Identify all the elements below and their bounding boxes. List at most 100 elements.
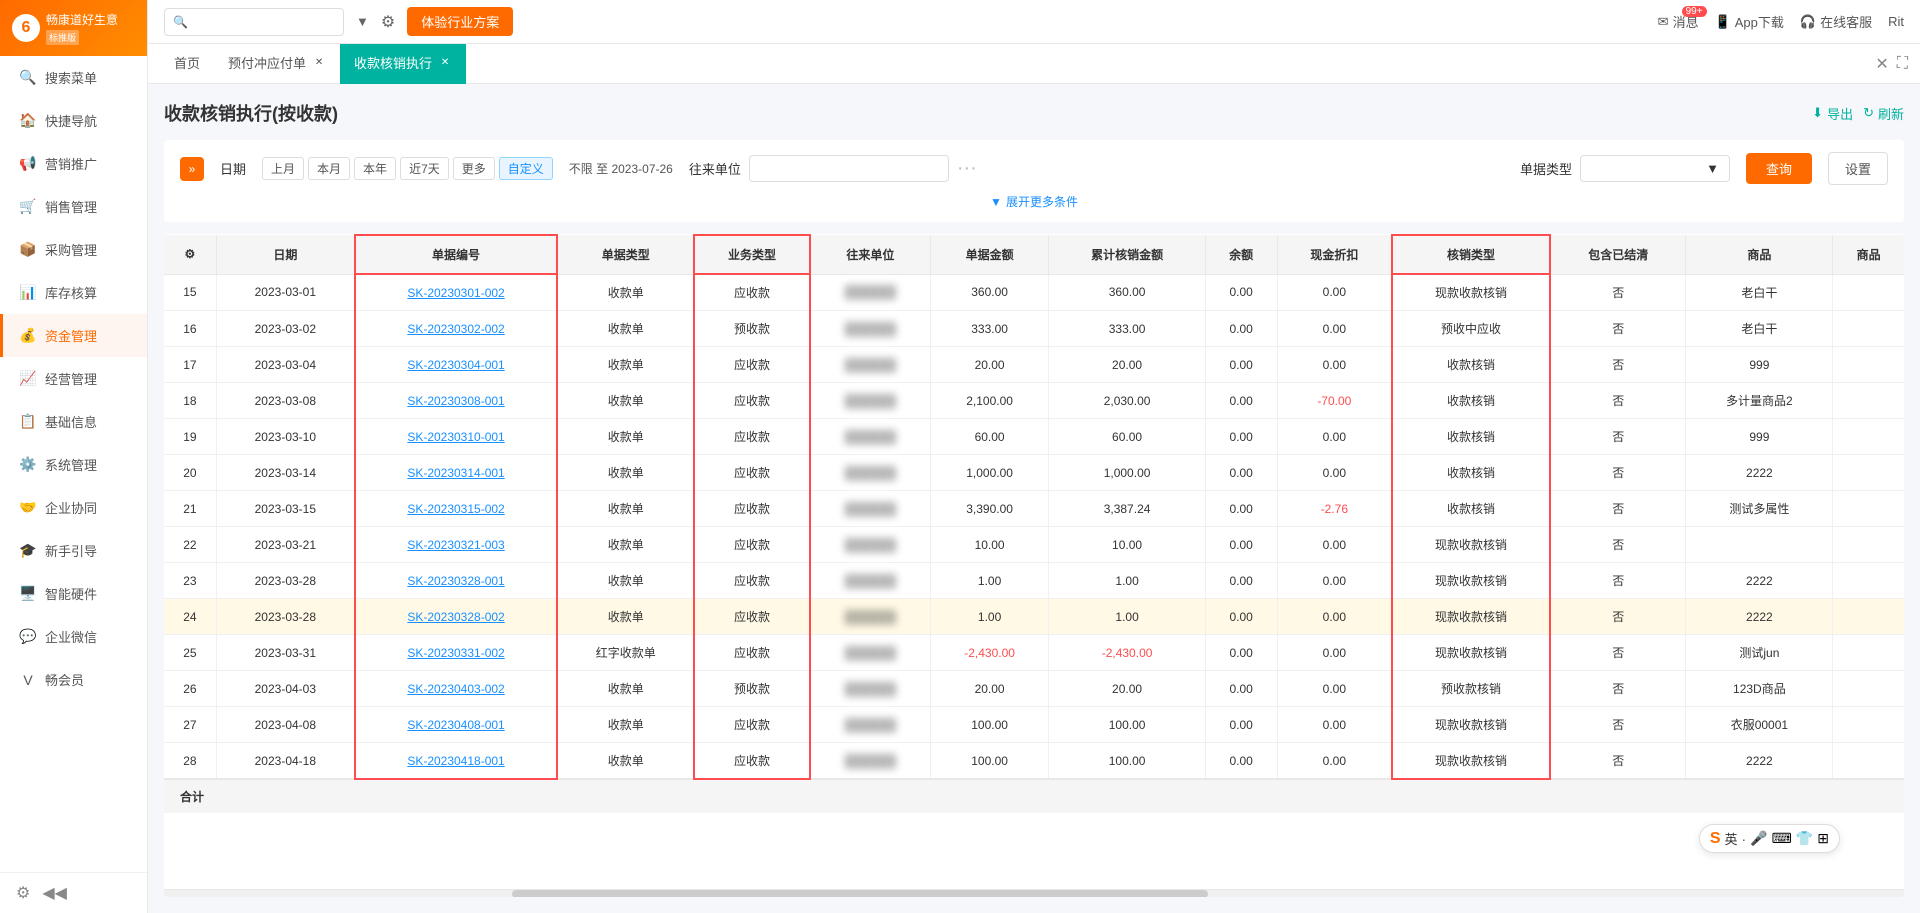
horizontal-scrollbar[interactable]	[164, 889, 1904, 897]
expand-tabs-icon[interactable]: ⛶	[1897, 55, 1908, 73]
th-gear[interactable]: ⚙	[164, 235, 216, 274]
td-doc-no[interactable]: SK-20230314-001	[355, 455, 558, 491]
sidebar-item-search[interactable]: 🔍搜索菜单	[0, 56, 147, 99]
sidebar-item-sales[interactable]: 🛒销售管理	[0, 185, 147, 228]
td-date: 2023-03-08	[216, 383, 354, 419]
td-balance: 0.00	[1205, 455, 1277, 491]
td-no: 26	[164, 671, 216, 707]
sidebar-item-marketing[interactable]: 📢营销推广	[0, 142, 147, 185]
topbar-gear-icon[interactable]: ⚙	[381, 12, 395, 32]
td-biz-type: 应收款	[694, 274, 810, 311]
app-download-button[interactable]: 📱 App下载	[1715, 12, 1784, 31]
filter-collapse-button[interactable]: »	[180, 157, 204, 181]
td-doc-no[interactable]: SK-20230328-002	[355, 599, 558, 635]
sidebar-item-quick[interactable]: 🏠快捷导航	[0, 99, 147, 142]
td-include-settled: 否	[1550, 419, 1686, 455]
tab-prepay-label: 预付冲应付单	[228, 53, 306, 72]
sidebar-item-system[interactable]: ⚙️系统管理	[0, 443, 147, 486]
online-service-button[interactable]: 🎧 在线客服	[1800, 12, 1872, 31]
user-button[interactable]: Rit	[1888, 14, 1904, 29]
expand-more-conditions-button[interactable]: ▼ 展开更多条件	[990, 193, 1078, 210]
clothes-icon[interactable]: 👕	[1796, 830, 1813, 847]
keyboard-icon[interactable]: ⌨	[1772, 830, 1792, 847]
filter-date-more[interactable]: 更多	[453, 157, 495, 180]
td-doc-no[interactable]: SK-20230315-002	[355, 491, 558, 527]
td-goods: 多计量商品2	[1686, 383, 1833, 419]
td-doc-no[interactable]: SK-20230302-002	[355, 311, 558, 347]
mic-icon[interactable]: 🎤	[1750, 830, 1767, 847]
setting-button[interactable]: 设置	[1828, 152, 1888, 185]
td-doc-no[interactable]: SK-20230308-001	[355, 383, 558, 419]
sidebar-item-inventory[interactable]: 📊库存核算	[0, 271, 147, 314]
message-button[interactable]: ✉ 消息 99+	[1658, 12, 1699, 31]
td-include-settled: 否	[1550, 274, 1686, 311]
sidebar-item-wechat[interactable]: 💬企业微信	[0, 615, 147, 658]
scrollbar-thumb[interactable]	[512, 890, 1208, 897]
td-doc-no[interactable]: SK-20230321-003	[355, 527, 558, 563]
finance-icon: 💰	[19, 327, 37, 344]
operation-icon: 📈	[19, 370, 37, 387]
td-doc-no[interactable]: SK-20230301-002	[355, 274, 558, 311]
topbar-dropdown[interactable]: ▼	[356, 14, 369, 29]
td-doc-no[interactable]: SK-20230403-002	[355, 671, 558, 707]
td-amount: -2,430.00	[930, 635, 1049, 671]
sidebar-item-guide[interactable]: 🎓新手引导	[0, 529, 147, 572]
sidebar-item-member[interactable]: V畅会员	[0, 658, 147, 701]
th-biz-type: 业务类型	[694, 235, 810, 274]
td-doc-no[interactable]: SK-20230328-001	[355, 563, 558, 599]
filter-dots[interactable]: ···	[957, 157, 977, 180]
td-doc-no[interactable]: SK-20230310-001	[355, 419, 558, 455]
td-doc-no[interactable]: SK-20230304-001	[355, 347, 558, 383]
td-doc-no[interactable]: SK-20230408-001	[355, 707, 558, 743]
filter-unit-input[interactable]	[749, 155, 949, 182]
filter-type-select[interactable]: ▼	[1580, 155, 1730, 182]
td-accum: 10.00	[1049, 527, 1205, 563]
td-cancel-type: 预收中应收	[1392, 311, 1550, 347]
sidebar-item-operation[interactable]: 📈经营管理	[0, 357, 147, 400]
guide-icon: 🎓	[19, 542, 37, 559]
sidebar-logo[interactable]: 6 畅康道好生意 标推版	[0, 0, 147, 56]
settings-gear-icon[interactable]: ⚙	[16, 883, 30, 903]
export-button[interactable]: ⬇ 导出	[1812, 104, 1853, 123]
hardware-icon: 🖥️	[19, 585, 37, 602]
td-goods2	[1833, 563, 1904, 599]
industry-solution-button[interactable]: 体验行业方案	[407, 7, 513, 36]
td-doc-no[interactable]: SK-20230418-001	[355, 743, 558, 780]
sidebar-item-enterprise[interactable]: 🤝企业协同	[0, 486, 147, 529]
tab-collect[interactable]: 收款核销执行 ✕	[340, 44, 466, 84]
page-title-actions: ⬇ 导出 ↻ 刷新	[1812, 104, 1904, 123]
sidebar-item-basic[interactable]: 📋基础信息	[0, 400, 147, 443]
tab-prepay-close[interactable]: ✕	[312, 56, 326, 70]
close-all-tabs-icon[interactable]: ✕	[1875, 54, 1888, 74]
filter-date-7days[interactable]: 近7天	[400, 157, 449, 180]
table-row: 182023-03-08SK-20230308-001收款单应收款██████2…	[164, 383, 1904, 419]
tab-collect-close[interactable]: ✕	[438, 56, 452, 70]
collapse-sidebar-icon[interactable]: ◀◀	[42, 883, 67, 903]
table-scroll[interactable]: ⚙ 日期 单据编号 单据类型 业务类型 往来单位 单据金额 累计核销金额 余额 …	[164, 234, 1904, 889]
td-date: 2023-04-18	[216, 743, 354, 780]
ime-logo[interactable]: S	[1710, 830, 1721, 848]
filter-date-this-year[interactable]: 本年	[354, 157, 396, 180]
td-doc-no[interactable]: SK-20230331-002	[355, 635, 558, 671]
table-row: 282023-04-18SK-20230418-001收款单应收款██████1…	[164, 743, 1904, 780]
sidebar-item-hardware[interactable]: 🖥️智能硬件	[0, 572, 147, 615]
filter-date-prev-month[interactable]: 上月	[262, 157, 304, 180]
sidebar-label-marketing: 营销推广	[45, 154, 97, 173]
td-include-settled: 否	[1550, 383, 1686, 419]
grid-icon[interactable]: ⊞	[1817, 830, 1829, 847]
refresh-button[interactable]: ↻ 刷新	[1863, 104, 1904, 123]
sidebar-item-finance[interactable]: 💰资金管理	[0, 314, 147, 357]
th-goods: 商品	[1686, 235, 1833, 274]
topbar-search[interactable]: 🔍	[164, 8, 344, 36]
td-amount: 3,390.00	[930, 491, 1049, 527]
sidebar-item-purchase[interactable]: 📦采购管理	[0, 228, 147, 271]
query-button[interactable]: 查询	[1746, 153, 1812, 184]
tab-home[interactable]: 首页	[160, 44, 214, 84]
message-icon: ✉	[1658, 14, 1669, 30]
td-cancel-type: 收款核销	[1392, 347, 1550, 383]
tab-prepay[interactable]: 预付冲应付单 ✕	[214, 44, 340, 84]
td-goods2	[1833, 635, 1904, 671]
filter-date-custom[interactable]: 自定义	[499, 157, 553, 180]
filter-date-this-month[interactable]: 本月	[308, 157, 350, 180]
td-goods: 老白干	[1686, 274, 1833, 311]
